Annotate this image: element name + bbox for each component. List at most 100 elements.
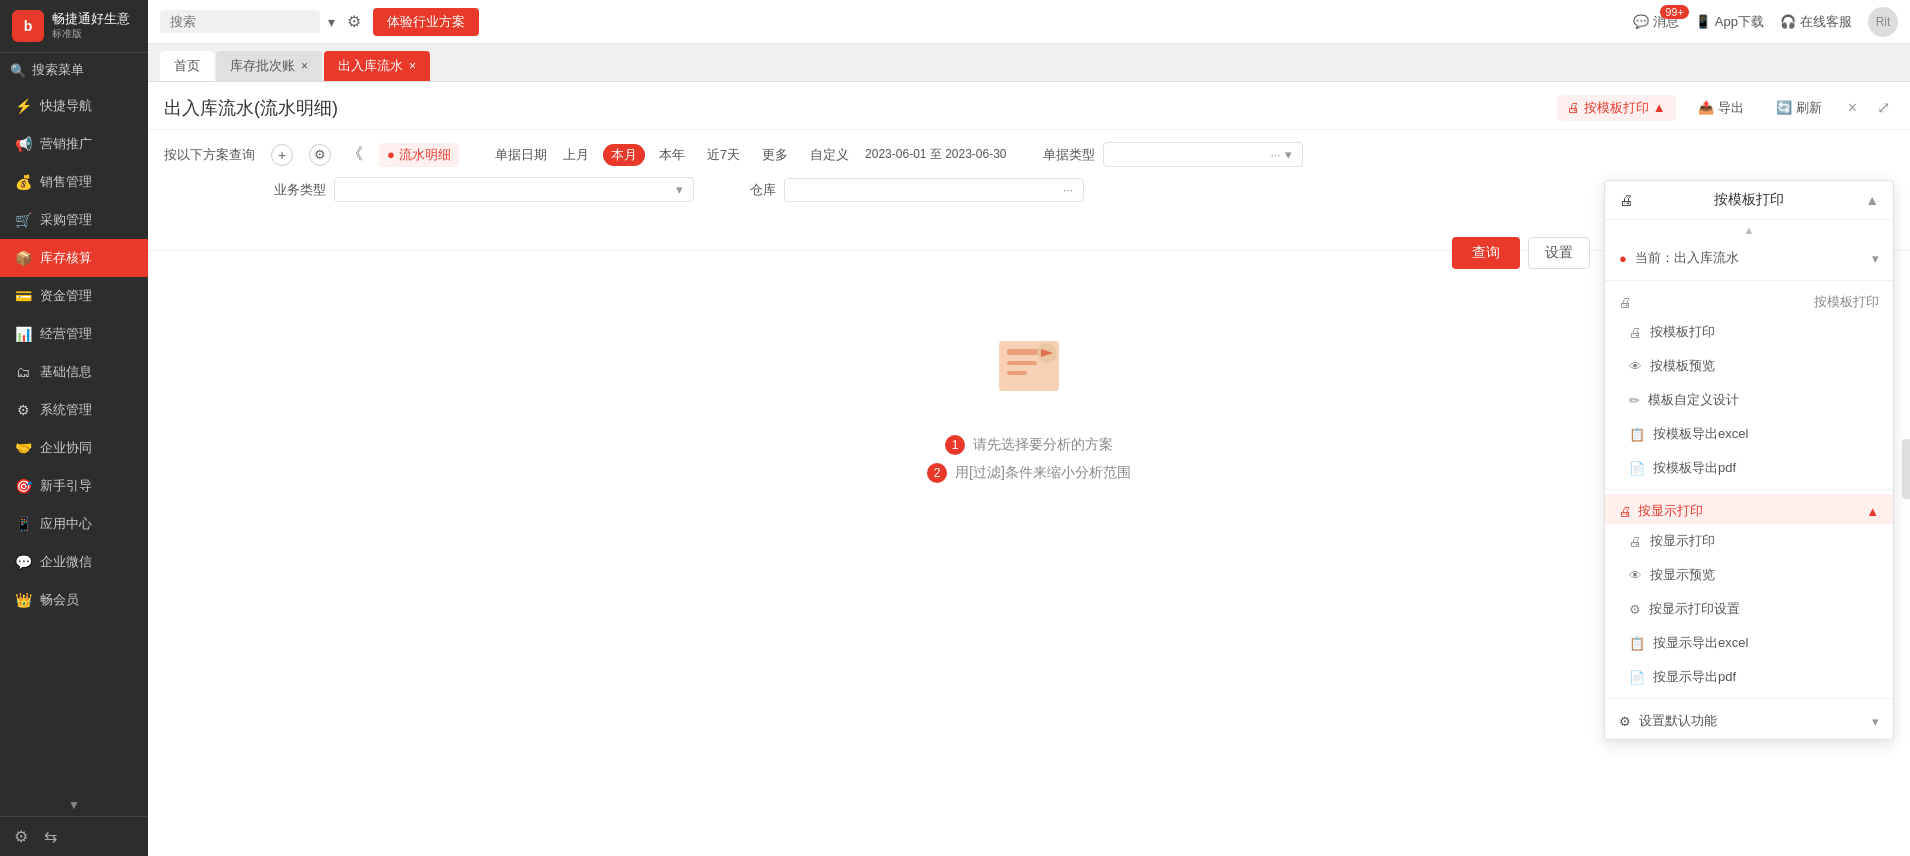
setting-button[interactable]: 设置 xyxy=(1528,237,1590,269)
search-icon: 🔍 xyxy=(10,63,26,78)
inventory-icon: 📦 xyxy=(14,249,32,267)
sidebar-item-app-center[interactable]: 📱 应用中心 xyxy=(0,505,148,543)
tab-home[interactable]: 首页 xyxy=(160,51,214,81)
sidebar-item-cooperation[interactable]: 🤝 企业协同 xyxy=(0,429,148,467)
divider-3 xyxy=(1605,698,1893,699)
message-badge: 99+ xyxy=(1660,5,1689,19)
header-gear-icon[interactable]: ⚙ xyxy=(347,12,361,31)
header-search-input[interactable] xyxy=(160,10,320,33)
app-name: 畅捷通好生意 xyxy=(52,11,130,27)
window-expand-btn[interactable]: ⤢ xyxy=(1873,94,1894,121)
biz-type-field[interactable]: ▾ xyxy=(334,177,694,202)
warehouse-field[interactable]: ··· xyxy=(784,178,1084,202)
date-btn-custom[interactable]: 自定义 xyxy=(802,143,857,167)
active-filter-tag[interactable]: ● 流水明细 xyxy=(379,143,459,167)
sidebar-item-operations[interactable]: 📊 经营管理 xyxy=(0,315,148,353)
sidebar-item-finance[interactable]: 💳 资金管理 xyxy=(0,277,148,315)
sidebar-scroll-down[interactable]: ▼ xyxy=(0,794,148,816)
sidebar-item-guide[interactable]: 🎯 新手引导 xyxy=(0,467,148,505)
message-action[interactable]: 💬 消息 99+ xyxy=(1633,13,1679,31)
date-btn-this-year[interactable]: 本年 xyxy=(651,143,693,167)
display-export-excel-item[interactable]: 📋 按显示导出excel xyxy=(1605,626,1893,660)
sidebar-search-item[interactable]: 🔍 搜索菜单 xyxy=(0,53,148,87)
template-section-title: 按模板打印 xyxy=(1814,293,1879,311)
display-section-print-icon: 🖨 xyxy=(1619,504,1632,519)
user-avatar-action[interactable]: Rit xyxy=(1868,7,1898,37)
date-field-label: 单据日期 xyxy=(495,146,547,164)
doc-type-more-icon[interactable]: ··· xyxy=(1271,148,1281,162)
dropdown-title: 按模板打印 xyxy=(1714,191,1784,209)
empty-step-2: 2 用[过滤]条件来缩小分析范围 xyxy=(927,463,1131,483)
scroll-down-arrow[interactable]: ▼ xyxy=(68,798,80,812)
warehouse-more-icon[interactable]: ··· xyxy=(1063,183,1073,197)
export-btn[interactable]: 📤 导出 xyxy=(1688,95,1754,121)
online-service-action[interactable]: 🎧 在线客服 xyxy=(1780,13,1852,31)
date-btn-last-month[interactable]: 上月 xyxy=(555,143,597,167)
date-btn-more[interactable]: 更多 xyxy=(754,143,796,167)
page-title: 出入库流水(流水明细) xyxy=(164,96,338,120)
sidebar-item-member[interactable]: 👑 畅会员 xyxy=(0,581,148,619)
sidebar-item-basic[interactable]: 🗂 基础信息 xyxy=(0,353,148,391)
message-icon: 💬 xyxy=(1633,14,1649,29)
default-setting-item[interactable]: ⚙ 设置默认功能 ▾ xyxy=(1605,703,1893,739)
sidebar-settings-icon[interactable]: ⚙ xyxy=(14,827,28,846)
display-preview-item[interactable]: 👁 按显示预览 xyxy=(1605,558,1893,592)
template-print-item[interactable]: 🖨 按模板打印 xyxy=(1605,315,1893,349)
sidebar-item-quick-nav[interactable]: ⚡ 快捷导航 xyxy=(0,87,148,125)
template-export-excel-item[interactable]: 📋 按模板导出excel xyxy=(1605,417,1893,451)
flow-close-icon[interactable]: × xyxy=(409,59,416,73)
sidebar-item-wechat[interactable]: 💬 企业微信 xyxy=(0,543,148,581)
sidebar-item-sales[interactable]: 💰 销售管理 xyxy=(0,163,148,201)
warehouse-group: 仓库 ··· xyxy=(750,178,1084,202)
current-template-item[interactable]: ● 当前：出入库流水 ▾ xyxy=(1605,240,1893,276)
date-btn-7days[interactable]: 近7天 xyxy=(699,143,748,167)
user-name: Rit xyxy=(1876,15,1891,29)
dropdown-chevron-up-icon[interactable]: ▲ xyxy=(1865,192,1879,208)
template-custom-icon: ✏ xyxy=(1629,393,1640,408)
default-setting-label: 设置默认功能 xyxy=(1639,712,1864,730)
window-close-btn[interactable]: × xyxy=(1844,95,1861,121)
tab-batch-ledger[interactable]: 库存批次账 × xyxy=(216,51,322,81)
template-custom-label: 模板自定义设计 xyxy=(1648,391,1739,409)
refresh-icon: 🔄 xyxy=(1776,100,1792,115)
doc-type-field[interactable]: ··· ▾ xyxy=(1103,142,1303,167)
template-export-pdf-item[interactable]: 📄 按模板导出pdf xyxy=(1605,451,1893,485)
page-actions: 🖨 按模板打印 ▲ 📤 导出 🔄 刷新 × ⤢ xyxy=(1557,94,1894,121)
sidebar-item-inventory[interactable]: 📦 库存核算 xyxy=(0,239,148,277)
display-print-item[interactable]: 🖨 按显示打印 xyxy=(1605,524,1893,558)
batch-ledger-close-icon[interactable]: × xyxy=(301,59,308,73)
display-section-chevron-up: ▲ xyxy=(1866,504,1879,519)
sidebar-item-label: 快捷导航 xyxy=(40,97,92,115)
filter-settings-button[interactable]: ⚙ xyxy=(309,144,331,166)
sidebar-item-system[interactable]: ⚙ 系统管理 xyxy=(0,391,148,429)
display-settings-item[interactable]: ⚙ 按显示打印设置 xyxy=(1605,592,1893,626)
display-export-pdf-item[interactable]: 📄 按显示导出pdf xyxy=(1605,660,1893,694)
query-button[interactable]: 查询 xyxy=(1452,237,1520,269)
header-dropdown-btn[interactable]: ▾ xyxy=(328,14,335,30)
filter-collapse-button[interactable]: 《 xyxy=(347,144,363,165)
filter-tag-icon: ● xyxy=(387,147,395,162)
svg-rect-3 xyxy=(1007,371,1027,375)
sidebar-expand-icon[interactable]: ⇆ xyxy=(44,827,57,846)
filter-add-button[interactable]: + xyxy=(271,144,293,166)
industry-solution-button[interactable]: 体验行业方案 xyxy=(373,8,479,36)
date-btn-this-month[interactable]: 本月 xyxy=(603,144,645,166)
warehouse-label: 仓库 xyxy=(750,181,776,199)
refresh-btn[interactable]: 🔄 刷新 xyxy=(1766,95,1832,121)
sidebar-item-label: 系统管理 xyxy=(40,401,92,419)
doc-type-chevron-icon: ▾ xyxy=(1285,147,1292,162)
scroll-up-indicator: ▲ xyxy=(1605,220,1893,240)
template-custom-item[interactable]: ✏ 模板自定义设计 xyxy=(1605,383,1893,417)
sidebar-item-purchase[interactable]: 🛒 采购管理 xyxy=(0,201,148,239)
sidebar-item-marketing[interactable]: 📢 营销推广 xyxy=(0,125,148,163)
system-icon: ⚙ xyxy=(14,401,32,419)
print-template-btn[interactable]: 🖨 按模板打印 ▲ xyxy=(1557,95,1676,121)
template-print-icon: 🖨 xyxy=(1629,325,1642,340)
right-edge-handle[interactable] xyxy=(1902,439,1910,499)
template-section-print-icon: 🖨 xyxy=(1619,295,1632,310)
home-tab-label: 首页 xyxy=(174,57,200,75)
tab-flow[interactable]: 出入库流水 × xyxy=(324,51,430,81)
guide-icon: 🎯 xyxy=(14,477,32,495)
template-preview-item[interactable]: 👁 按模板预览 xyxy=(1605,349,1893,383)
app-download-action[interactable]: 📱 App下载 xyxy=(1695,13,1764,31)
